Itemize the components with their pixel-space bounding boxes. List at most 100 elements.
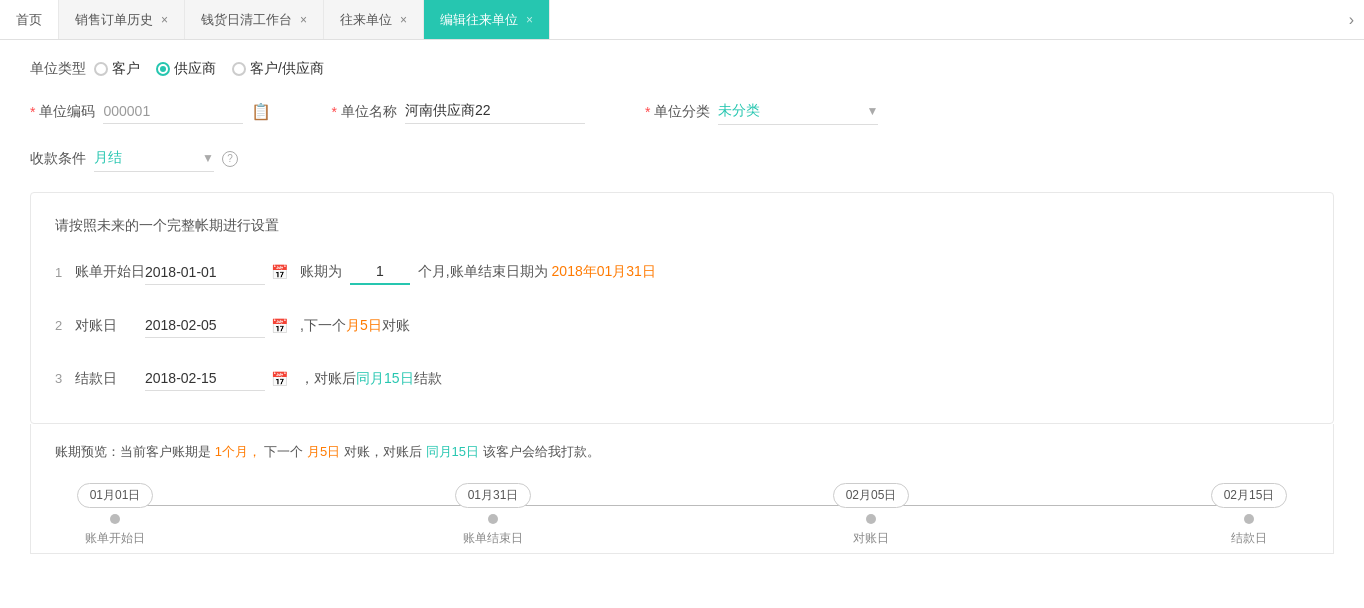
period-date-input-1[interactable] <box>145 260 265 285</box>
period-row-2: 2 对账日 📅 ,下一个月5日对账 <box>55 313 1309 338</box>
radio-both-circle <box>232 62 246 76</box>
timeline-dot-1 <box>488 514 498 524</box>
calendar-icon-3[interactable]: 📅 <box>271 371 288 387</box>
timeline-pill-2: 02月05日 <box>833 483 910 508</box>
unit-category-required: * <box>645 104 650 120</box>
calendar-icon-2[interactable]: 📅 <box>271 318 288 334</box>
payment-terms-group: 收款条件 月结 ▼ ? <box>30 145 238 172</box>
radio-customer[interactable]: 客户 <box>94 60 140 78</box>
tab-sales-history-label: 销售订单历史 <box>75 11 153 29</box>
period-num-2: 2 <box>55 318 75 333</box>
period-months-suffix: 个月,账单结束日期为 <box>418 263 548 279</box>
radio-supplier[interactable]: 供应商 <box>156 60 216 78</box>
timeline-point-2: 02月05日 对账日 <box>831 483 911 547</box>
tab-partner[interactable]: 往来单位 × <box>324 0 424 39</box>
unit-type-row: 单位类型 客户 供应商 客户/供应商 <box>30 60 1334 78</box>
timeline: 01月01日 账单开始日 01月31日 账单结束日 02月05日 对账日 02月… <box>55 483 1309 553</box>
period-row3-prefix: ，对账后 <box>300 370 356 386</box>
preview-reconcile-prefix: 下一个 <box>264 444 303 459</box>
tab-cash-work-close[interactable]: × <box>300 13 307 27</box>
tab-cash-work[interactable]: 钱货日清工作台 × <box>185 0 324 39</box>
period-date-input-3[interactable] <box>145 366 265 391</box>
period-desc-2: ,下一个月5日对账 <box>300 317 410 335</box>
radio-supplier-circle <box>156 62 170 76</box>
tab-home[interactable]: 首页 <box>0 0 59 39</box>
unit-type-radios: 客户 供应商 客户/供应商 <box>94 60 324 78</box>
unit-name-group: * 单位名称 <box>331 99 584 124</box>
tab-edit-partner-close[interactable]: × <box>526 13 533 27</box>
unit-category-label: 单位分类 <box>654 103 710 121</box>
tab-partner-close[interactable]: × <box>400 13 407 27</box>
period-label-3: 结款日 <box>75 370 145 388</box>
timeline-point-1: 01月31日 账单结束日 <box>453 483 533 547</box>
period-num-1: 1 <box>55 265 75 280</box>
timeline-point-0: 01月01日 账单开始日 <box>75 483 155 547</box>
payment-terms-row: 收款条件 月结 ▼ ? <box>30 145 1334 172</box>
timeline-caption-2: 对账日 <box>853 530 889 547</box>
period-label-1: 账单开始日 <box>75 263 145 281</box>
tab-edit-partner-label: 编辑往来单位 <box>440 11 518 29</box>
preview-reconcile-highlight: 月5日 <box>307 444 340 459</box>
payment-terms-dropdown[interactable]: 月结 ▼ <box>94 145 214 172</box>
unit-category-dropdown[interactable]: 未分类 ▼ <box>718 98 878 125</box>
tab-bar: 首页 销售订单历史 × 钱货日清工作台 × 往来单位 × 编辑往来单位 × › <box>0 0 1364 40</box>
timeline-points: 01月01日 账单开始日 01月31日 账单结束日 02月05日 对账日 02月… <box>55 483 1309 547</box>
radio-customer-label: 客户 <box>112 60 140 78</box>
timeline-pill-1: 01月31日 <box>455 483 532 508</box>
timeline-dot-2 <box>866 514 876 524</box>
period-row-3: 3 结款日 📅 ，对账后同月15日结款 <box>55 366 1309 391</box>
period-end-date: 2018年01月31日 <box>552 263 656 279</box>
timeline-point-3: 02月15日 结款日 <box>1209 483 1289 547</box>
preview-payment-suffix: 该客户会给我打款。 <box>483 444 600 459</box>
timeline-pill-3: 02月15日 <box>1211 483 1288 508</box>
radio-supplier-label: 供应商 <box>174 60 216 78</box>
timeline-dot-0 <box>110 514 120 524</box>
period-desc-1: 账期为 个月,账单结束日期为 2018年01月31日 <box>300 259 656 285</box>
help-icon[interactable]: ? <box>222 151 238 167</box>
period-row2-highlight: 月5日 <box>346 317 382 333</box>
radio-customer-circle <box>94 62 108 76</box>
timeline-caption-3: 结款日 <box>1231 530 1267 547</box>
period-date-input-2[interactable] <box>145 313 265 338</box>
timeline-caption-1: 账单结束日 <box>463 530 523 547</box>
period-instruction: 请按照未来的一个完整帐期进行设置 <box>55 217 1309 235</box>
period-row3-highlight: 同月15日 <box>356 370 414 386</box>
payment-terms-arrow: ▼ <box>202 151 214 165</box>
tab-home-label: 首页 <box>16 11 42 29</box>
unit-code-required: * <box>30 104 35 120</box>
period-row3-suffix: 结款 <box>414 370 442 386</box>
tab-partner-label: 往来单位 <box>340 11 392 29</box>
unit-category-arrow: ▼ <box>866 104 878 118</box>
tab-scroll-right[interactable]: › <box>1339 0 1364 39</box>
period-row2-suffix: 对账 <box>382 317 410 333</box>
radio-both-label: 客户/供应商 <box>250 60 324 78</box>
unit-code-input[interactable] <box>103 99 243 124</box>
period-months-input[interactable] <box>350 259 410 285</box>
period-row2-prefix: ,下一个 <box>300 317 346 333</box>
unit-name-input[interactable] <box>405 99 585 124</box>
timeline-pill-0: 01月01日 <box>77 483 154 508</box>
period-label-2: 对账日 <box>75 317 145 335</box>
unit-code-label: 单位编码 <box>39 103 95 121</box>
unit-info-row: * 单位编码 📋 * 单位名称 * 单位分类 未分类 ▼ <box>30 98 1334 125</box>
tab-cash-work-label: 钱货日清工作台 <box>201 11 292 29</box>
preview-text: 账期预览：当前客户账期是 1个月， 下一个 月5日 对账，对账后 同月15日 该… <box>55 440 1309 463</box>
period-row-1: 1 账单开始日 📅 账期为 个月,账单结束日期为 2018年01月31日 <box>55 259 1309 285</box>
period-period-label: 账期为 <box>300 263 342 279</box>
unit-type-group: 单位类型 客户 供应商 客户/供应商 <box>30 60 324 78</box>
unit-category-group: * 单位分类 未分类 ▼ <box>645 98 878 125</box>
radio-both[interactable]: 客户/供应商 <box>232 60 324 78</box>
preview-reconcile-suffix: 对账，对账后 <box>344 444 422 459</box>
payment-terms-label: 收款条件 <box>30 150 86 168</box>
tab-edit-partner[interactable]: 编辑往来单位 × <box>424 0 550 39</box>
calendar-icon-1[interactable]: 📅 <box>271 264 288 280</box>
unit-code-icon[interactable]: 📋 <box>251 102 271 121</box>
preview-label: 账期预览：当前客户账期是 <box>55 444 211 459</box>
period-desc-3: ，对账后同月15日结款 <box>300 370 442 388</box>
unit-name-required: * <box>331 104 336 120</box>
tab-sales-history[interactable]: 销售订单历史 × <box>59 0 185 39</box>
tab-sales-history-close[interactable]: × <box>161 13 168 27</box>
page-content: 单位类型 客户 供应商 客户/供应商 * 单位编码 <box>0 40 1364 608</box>
period-num-3: 3 <box>55 371 75 386</box>
unit-category-value: 未分类 <box>718 102 858 120</box>
